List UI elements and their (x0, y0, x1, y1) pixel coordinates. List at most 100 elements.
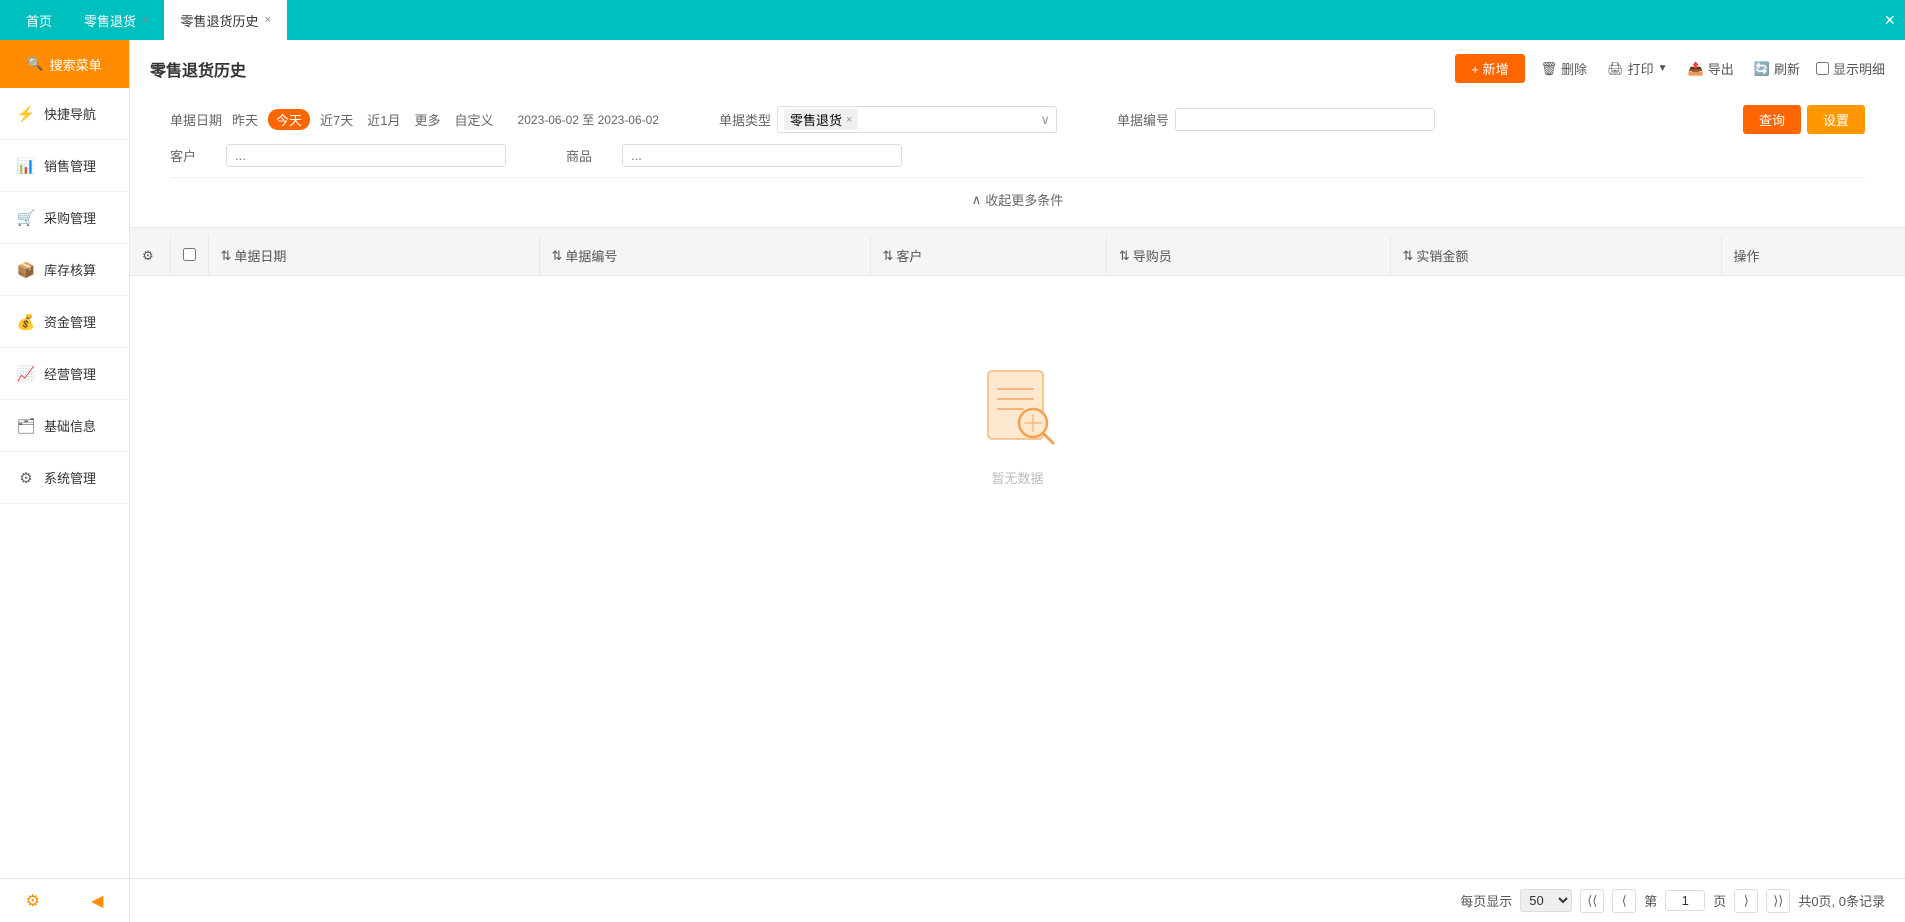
sidebar-item-label: 快捷导航 (44, 104, 96, 123)
th-doc-no-sort-icon: ⇅ (552, 248, 563, 264)
date-opt-more[interactable]: 更多 (411, 109, 445, 130)
page-size-label: 每页显示 (1460, 891, 1512, 910)
new-button[interactable]: + 新增 (1455, 54, 1524, 83)
th-customer-sort-icon: ⇅ (883, 248, 894, 264)
print-chevron-icon: ▼ (1658, 63, 1668, 74)
collapse-icon: ∧ (972, 192, 982, 208)
main-layout: 🔍 搜索菜单 ⚡ 快捷导航 📊 销售管理 🛒 采购管理 📦 库存核算 💰 (0, 40, 1905, 922)
sidebar-item-finance[interactable]: 💰 资金管理 (0, 296, 129, 348)
date-range-text: 2023-06-02 至 2023-06-02 (518, 111, 659, 128)
th-operation: 操作 (1721, 236, 1905, 276)
date-opt-7days[interactable]: 近7天 (316, 109, 357, 130)
sidebar-item-label: 经营管理 (44, 364, 96, 383)
settings-button[interactable]: ⚙ (26, 891, 40, 911)
page-title: 零售退货历史 (150, 57, 246, 81)
gear-icon[interactable]: ⚙ (142, 248, 154, 263)
sidebar-menu: ⚡ 快捷导航 📊 销售管理 🛒 采购管理 📦 库存核算 💰 资金管理 📈 (0, 88, 129, 878)
th-gear[interactable]: ⚙ (130, 236, 170, 276)
sidebar-item-basic-info[interactable]: 🗂 基础信息 (0, 400, 129, 452)
goods-label: 商品 (566, 146, 616, 165)
doc-type-input[interactable]: 零售退货 × ∨ (777, 106, 1057, 133)
date-opt-yesterday[interactable]: 昨天 (228, 109, 262, 130)
th-doc-date-sort-icon: ⇅ (221, 248, 232, 264)
customer-input[interactable] (226, 144, 506, 167)
sidebar-item-quick-nav[interactable]: ⚡ 快捷导航 (0, 88, 129, 140)
tab-retail-return[interactable]: 零售退货 × (68, 0, 164, 40)
date-opt-custom[interactable]: 自定义 (451, 109, 498, 130)
doc-type-label: 单据类型 (719, 110, 771, 129)
tab-retail-return-close[interactable]: × (142, 14, 148, 26)
empty-state: 暂无数据 (130, 276, 1905, 567)
tab-retail-return-history[interactable]: 零售退货历史 × (164, 0, 286, 40)
th-doc-date[interactable]: ⇅ 单据日期 (208, 236, 539, 276)
th-customer[interactable]: ⇅ 客户 (870, 236, 1106, 276)
sidebar-search-label: 搜索菜单 (50, 55, 102, 74)
page-input[interactable] (1665, 890, 1705, 911)
doc-type-tag-close[interactable]: × (846, 114, 852, 126)
sidebar-item-label: 采购管理 (44, 208, 96, 227)
page-actions: + 新增 🗑 删除 🖨 打印 ▼ 📤 导出 🔄 (1455, 54, 1885, 83)
filter-area: 单据日期 昨天 今天 近7天 近1月 更多 自定义 2023-06-02 至 2… (150, 95, 1885, 227)
date-options: 昨天 今天 近7天 近1月 更多 自定义 (228, 109, 498, 130)
date-filter-label: 单据日期 (170, 110, 222, 129)
settings-btn[interactable]: 设置 (1807, 105, 1865, 134)
date-opt-1month[interactable]: 近1月 (363, 109, 404, 130)
system-icon: ⚙ (16, 468, 36, 488)
tab-retail-return-history-close[interactable]: × (264, 14, 270, 26)
sidebar-item-label: 资金管理 (44, 312, 96, 331)
print-button[interactable]: 🖨 打印 ▼ (1603, 57, 1671, 80)
query-button[interactable]: 查询 (1743, 105, 1801, 134)
refresh-icon: 🔄 (1754, 61, 1770, 77)
sidebar-item-operations[interactable]: 📈 经营管理 (0, 348, 129, 400)
total-info: 共0页, 0条记录 (1798, 891, 1885, 910)
page-title-row: 零售退货历史 + 新增 🗑 删除 🖨 打印 ▼ 📤 导出 (150, 54, 1885, 83)
tab-home[interactable]: 首页 (10, 0, 68, 40)
collapse-button[interactable]: ∧ 收起更多条件 (956, 186, 1080, 213)
doc-type-tag: 零售退货 × (784, 109, 858, 130)
th-actual-amount[interactable]: ⇅ 实销金额 (1390, 236, 1721, 276)
th-guide-sort-icon: ⇅ (1119, 248, 1130, 264)
finance-icon: 💰 (16, 312, 36, 332)
sidebar-bottom: ⚙ ◀ (0, 878, 129, 922)
th-guide[interactable]: ⇅ 导购员 (1106, 236, 1390, 276)
delete-icon: 🗑 (1541, 61, 1558, 77)
sidebar-search[interactable]: 🔍 搜索菜单 (0, 40, 129, 88)
sidebar-item-inventory[interactable]: 📦 库存核算 (0, 244, 129, 296)
collapse-sidebar-button[interactable]: ◀ (91, 891, 103, 911)
first-page-button[interactable]: ⟨⟨ (1580, 889, 1604, 913)
sidebar-item-system[interactable]: ⚙ 系统管理 (0, 452, 129, 504)
print-icon: 🖨 (1607, 61, 1624, 77)
customer-label: 客户 (170, 146, 220, 165)
sidebar-item-label: 库存核算 (44, 260, 96, 279)
next-page-button[interactable]: ⟩ (1734, 889, 1758, 913)
doc-type-chevron-icon: ∨ (1040, 112, 1050, 128)
export-button[interactable]: 📤 导出 (1684, 57, 1738, 80)
th-doc-no[interactable]: ⇅ 单据编号 (539, 236, 870, 276)
th-checkbox[interactable] (170, 236, 208, 276)
filter-row-2: 客户 商品 (170, 144, 1865, 167)
select-all-checkbox[interactable] (183, 248, 196, 261)
sidebar-item-label: 销售管理 (44, 156, 96, 175)
empty-state-text: 暂无数据 (991, 468, 1043, 487)
show-detail-checkbox-label[interactable]: 显示明细 (1816, 59, 1885, 78)
content-area: 零售退货历史 + 新增 🗑 删除 🖨 打印 ▼ 📤 导出 (130, 40, 1905, 922)
last-page-button[interactable]: ⟩⟩ (1766, 889, 1790, 913)
date-range-display: 2023-06-02 至 2023-06-02 (518, 111, 659, 128)
refresh-button[interactable]: 🔄 刷新 (1750, 57, 1804, 80)
operations-icon: 📈 (16, 364, 36, 384)
date-opt-today[interactable]: 今天 (268, 109, 310, 130)
delete-button[interactable]: 🗑 删除 (1537, 57, 1592, 80)
page-header: 零售退货历史 + 新增 🗑 删除 🖨 打印 ▼ 📤 导出 (130, 40, 1905, 228)
app-close-button[interactable]: × (1884, 10, 1895, 31)
sidebar-item-label: 基础信息 (44, 416, 96, 435)
prev-page-button[interactable]: ⟨ (1612, 889, 1636, 913)
goods-input[interactable] (622, 144, 902, 167)
page-size-select[interactable]: 50 100 200 (1520, 889, 1572, 912)
sidebar-item-purchase[interactable]: 🛒 采购管理 (0, 192, 129, 244)
page-unit: 页 (1713, 891, 1726, 910)
sidebar-item-sales[interactable]: 📊 销售管理 (0, 140, 129, 192)
quick-nav-icon: ⚡ (16, 104, 36, 124)
tab-list: 首页 零售退货 × 零售退货历史 × (10, 0, 1884, 40)
doc-no-input[interactable] (1175, 108, 1435, 131)
show-detail-checkbox[interactable] (1816, 62, 1829, 75)
